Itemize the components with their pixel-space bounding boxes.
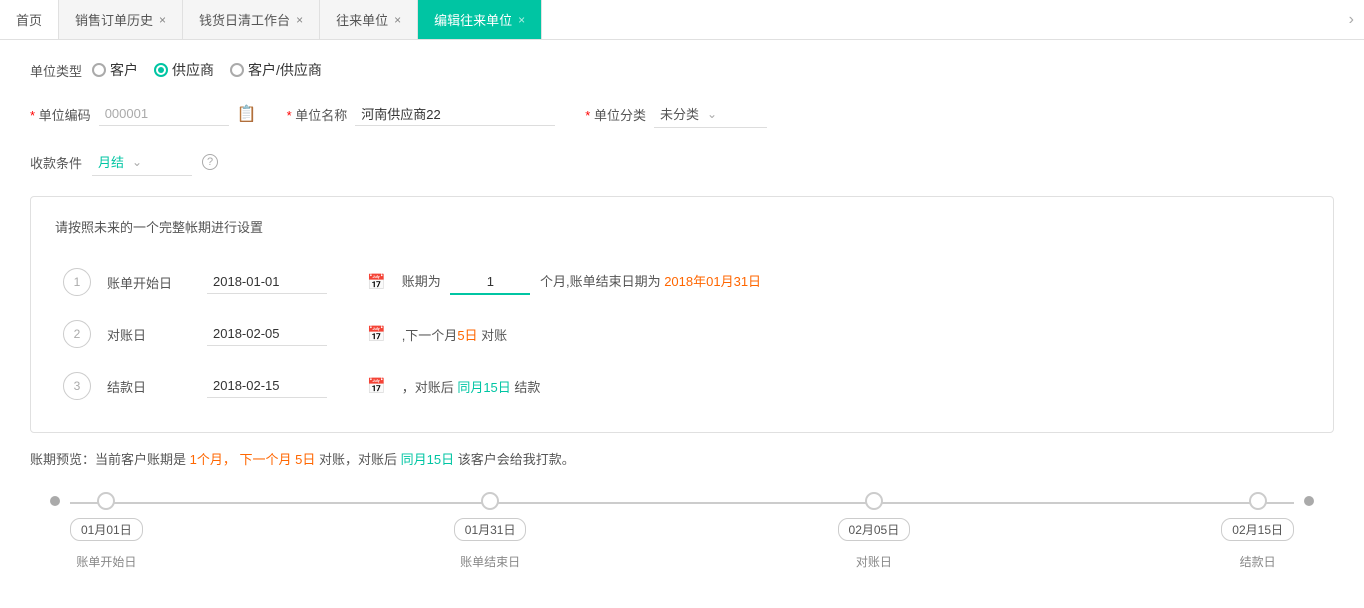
category-dropdown-icon: ⌄: [707, 107, 717, 121]
payment-terms-select[interactable]: 月结 ⌄: [92, 148, 192, 176]
unit-type-row: 单位类型 客户 供应商 客户/供应商: [30, 60, 1334, 80]
payment-desc-prefix: ，对账后: [402, 380, 458, 395]
preview-month: 1个月，: [190, 452, 236, 467]
radio-supplier-circle: [154, 63, 168, 77]
radio-supplier[interactable]: 供应商: [154, 60, 214, 80]
tab-partner[interactable]: 往来单位 ×: [320, 0, 418, 39]
unit-name-input[interactable]: [355, 102, 555, 126]
payment-terms-row: 收款条件 月结 ⌄ ?: [30, 148, 1334, 176]
unit-category-label: 单位分类: [585, 105, 646, 124]
reconcile-date-input[interactable]: [207, 322, 327, 346]
step-num-3: 3: [63, 372, 91, 400]
reconcile-date-calendar-icon[interactable]: 📅: [367, 326, 386, 343]
timeline-node-4-circle: [1249, 492, 1267, 510]
timeline-node-4: 02月15日 结款日: [1221, 492, 1294, 570]
timeline-nodes: 01月01日 账单开始日 01月31日 账单结束日 02月05日 对账日: [70, 492, 1294, 570]
radio-customer-circle: [92, 63, 106, 77]
timeline-node-1-label: 账单开始日: [76, 553, 136, 570]
close-cash-daily-icon[interactable]: ×: [296, 13, 303, 27]
timeline-node-3-label: 对账日: [856, 553, 892, 570]
step-label-1: 账单开始日: [107, 276, 172, 291]
period-prefix: 账期为: [402, 274, 441, 289]
timeline-node-1: 01月01日 账单开始日: [70, 492, 143, 570]
step-label-2: 对账日: [107, 328, 146, 343]
settings-card: 请按照未来的一个完整帐期进行设置 1 账单开始日 📅: [30, 196, 1334, 433]
timeline-node-2-label: 账单结束日: [460, 553, 520, 570]
period-input[interactable]: [450, 270, 530, 295]
unit-category-group: 单位分类 未分类 ⌄: [585, 100, 767, 128]
step-num-2: 2: [63, 320, 91, 348]
timeline-node-3-circle: [865, 492, 883, 510]
payment-desc-suffix: 结款: [511, 380, 541, 395]
payment-date-input[interactable]: [207, 374, 327, 398]
start-date-calendar-icon[interactable]: 📅: [367, 274, 386, 291]
preview-payment-highlight: 同月15日: [401, 452, 454, 467]
start-date-input[interactable]: [207, 270, 327, 294]
payment-terms-label: 收款条件: [30, 153, 82, 172]
radio-both[interactable]: 客户/供应商: [230, 60, 322, 80]
timeline-node-2-circle: [481, 492, 499, 510]
timeline-node-2-tag: 01月31日: [454, 518, 527, 541]
help-icon[interactable]: ?: [202, 154, 218, 170]
tab-bar: 首页 销售订单历史 × 钱货日清工作台 × 往来单位 × 编辑往来单位 × ›: [0, 0, 1364, 40]
preview-reconcile-prefix: 下一个月: [240, 452, 292, 467]
close-edit-partner-icon[interactable]: ×: [518, 13, 525, 27]
copy-icon[interactable]: 📋: [237, 104, 257, 124]
step-num-1: 1: [63, 268, 91, 296]
timeline-node-4-label: 结款日: [1240, 553, 1276, 570]
timeline-end-dot: [1304, 496, 1314, 506]
preview-reconcile-highlight: 5日: [295, 452, 315, 467]
reconcile-desc-prefix: ,下一个月: [402, 328, 458, 343]
unit-info-row: 单位编码 📋 单位名称 单位分类 未分类 ⌄: [30, 100, 1334, 128]
unit-category-select[interactable]: 未分类 ⌄: [654, 100, 767, 128]
timeline-node-1-tag: 01月01日: [70, 518, 143, 541]
timeline-start-dot: [50, 496, 60, 506]
steps-table: 1 账单开始日 📅 账期为 个月,账单结束日期为 2018年01月31日: [55, 256, 1309, 412]
payment-date-calendar-icon[interactable]: 📅: [367, 378, 386, 395]
tab-sales-history[interactable]: 销售订单历史 ×: [59, 0, 183, 39]
preview-payment-suffix: 该客户会给我打款。: [458, 452, 575, 467]
reconcile-desc-suffix: 对账: [478, 328, 508, 343]
step-row-3: 3 结款日 📅 ，对账后 同月15日 结款: [55, 360, 1309, 412]
payment-terms-dropdown-icon: ⌄: [132, 155, 142, 169]
tab-home[interactable]: 首页: [0, 0, 59, 39]
unit-code-group: 单位编码 📋: [30, 102, 257, 126]
unit-code-input[interactable]: [99, 102, 229, 126]
timeline-node-4-tag: 02月15日: [1221, 518, 1294, 541]
close-partner-icon[interactable]: ×: [394, 13, 401, 27]
reconcile-highlight: 5日: [457, 328, 477, 343]
step-label-3: 结款日: [107, 380, 146, 395]
preview-prefix: 账期预览：当前客户账期是: [30, 452, 186, 467]
payment-highlight: 同月15日: [457, 380, 510, 395]
step-row-2: 2 对账日 📅 ,下一个月5日 对账: [55, 308, 1309, 360]
main-content: 单位类型 客户 供应商 客户/供应商 单位编码 📋 单位名称: [0, 40, 1364, 608]
unit-name-group: 单位名称: [287, 102, 556, 126]
timeline-node-1-circle: [97, 492, 115, 510]
radio-both-circle: [230, 63, 244, 77]
unit-code-label: 单位编码: [30, 105, 91, 124]
timeline-node-3: 02月05日 对账日: [838, 492, 911, 570]
preview-section: 账期预览：当前客户账期是 1个月， 下一个月 5日 对账，对账后 同月15日 该…: [30, 449, 1334, 468]
close-sales-history-icon[interactable]: ×: [159, 13, 166, 27]
expand-icon[interactable]: ›: [1339, 0, 1364, 39]
tab-cash-daily[interactable]: 钱货日清工作台 ×: [183, 0, 320, 39]
timeline-node-3-tag: 02月05日: [838, 518, 911, 541]
unit-type-radio-group: 客户 供应商 客户/供应商: [92, 60, 322, 80]
timeline-container: 01月01日 账单开始日 01月31日 账单结束日 02月05日 对账日: [30, 492, 1334, 570]
timeline-node-2: 01月31日 账单结束日: [454, 492, 527, 570]
payment-terms-value: 月结: [98, 152, 124, 171]
unit-name-label: 单位名称: [287, 105, 348, 124]
step-row-1: 1 账单开始日 📅 账期为 个月,账单结束日期为 2018年01月31日: [55, 256, 1309, 308]
tab-edit-partner[interactable]: 编辑往来单位 ×: [418, 0, 542, 39]
unit-type-label: 单位类型: [30, 61, 82, 80]
period-end-date: 2018年01月31日: [664, 274, 761, 289]
card-instruction: 请按照未来的一个完整帐期进行设置: [55, 217, 1309, 236]
period-suffix: 个月,账单结束日期为: [540, 274, 661, 289]
preview-reconcile-suffix: 对账，对账后: [319, 452, 397, 467]
radio-customer[interactable]: 客户: [92, 60, 138, 80]
unit-category-value: 未分类: [660, 104, 699, 123]
